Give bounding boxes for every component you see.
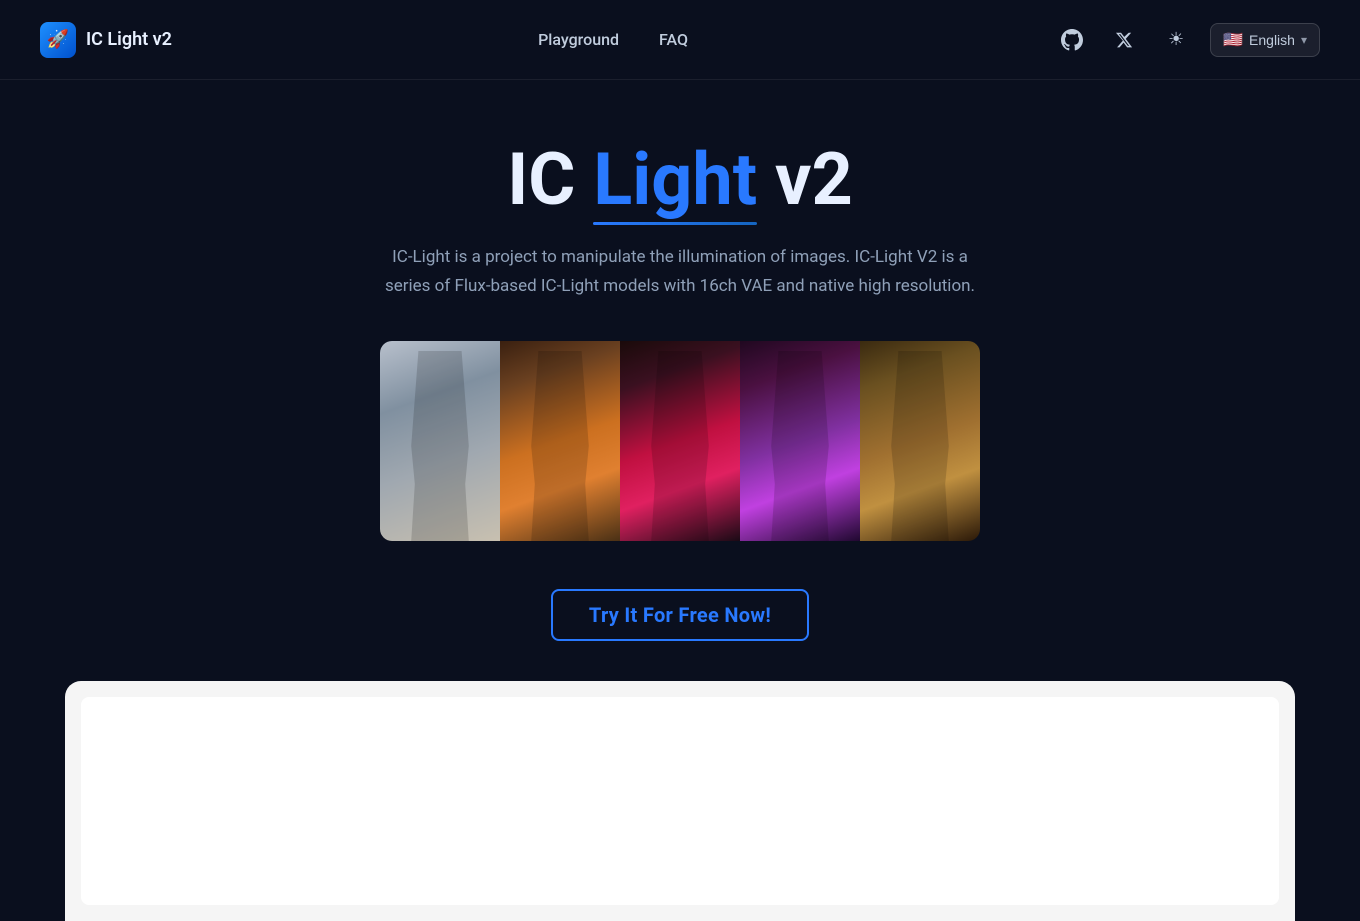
- logo-title: IC Light v2: [86, 29, 172, 50]
- nav-playground[interactable]: Playground: [538, 30, 619, 49]
- hero-description: IC-Light is a project to manipulate the …: [370, 243, 990, 301]
- x-twitter-icon: [1115, 31, 1133, 49]
- theme-toggle-icon: ☀: [1168, 29, 1184, 50]
- image-cell-5: [860, 341, 980, 541]
- image-cell-3: [620, 341, 740, 541]
- github-icon: [1061, 29, 1083, 51]
- chevron-down-icon: ▾: [1301, 33, 1307, 47]
- image-strip: [380, 341, 980, 541]
- theme-toggle-button[interactable]: ☀: [1158, 22, 1194, 58]
- main-content: IC Light v2 IC-Light is a project to man…: [0, 80, 1360, 921]
- image-cell-4: [740, 341, 860, 541]
- title-suffix: v2: [757, 137, 853, 222]
- nav-faq[interactable]: FAQ: [659, 30, 688, 49]
- github-button[interactable]: [1054, 22, 1090, 58]
- logo-icon: 🚀: [40, 22, 76, 58]
- logo[interactable]: 🚀 IC Light v2: [40, 22, 172, 58]
- main-nav: Playground FAQ: [538, 30, 688, 49]
- hero-title: IC Light v2: [507, 140, 853, 219]
- header-actions: ☀ 🇺🇸 English ▾: [1054, 22, 1320, 58]
- playground-inner: [81, 697, 1279, 905]
- image-cell-2: [500, 341, 620, 541]
- x-twitter-button[interactable]: [1106, 22, 1142, 58]
- flag-icon: 🇺🇸: [1223, 30, 1243, 50]
- language-selector[interactable]: 🇺🇸 English ▾: [1210, 23, 1320, 57]
- image-cell-1: [380, 341, 500, 541]
- title-highlight: Light: [593, 140, 757, 219]
- header: 🚀 IC Light v2 Playground FAQ ☀ 🇺🇸 Englis…: [0, 0, 1360, 80]
- cta-button[interactable]: Try It For Free Now!: [551, 589, 809, 641]
- language-label: English: [1249, 32, 1295, 48]
- playground-container: [65, 681, 1295, 921]
- title-prefix: IC: [507, 137, 593, 222]
